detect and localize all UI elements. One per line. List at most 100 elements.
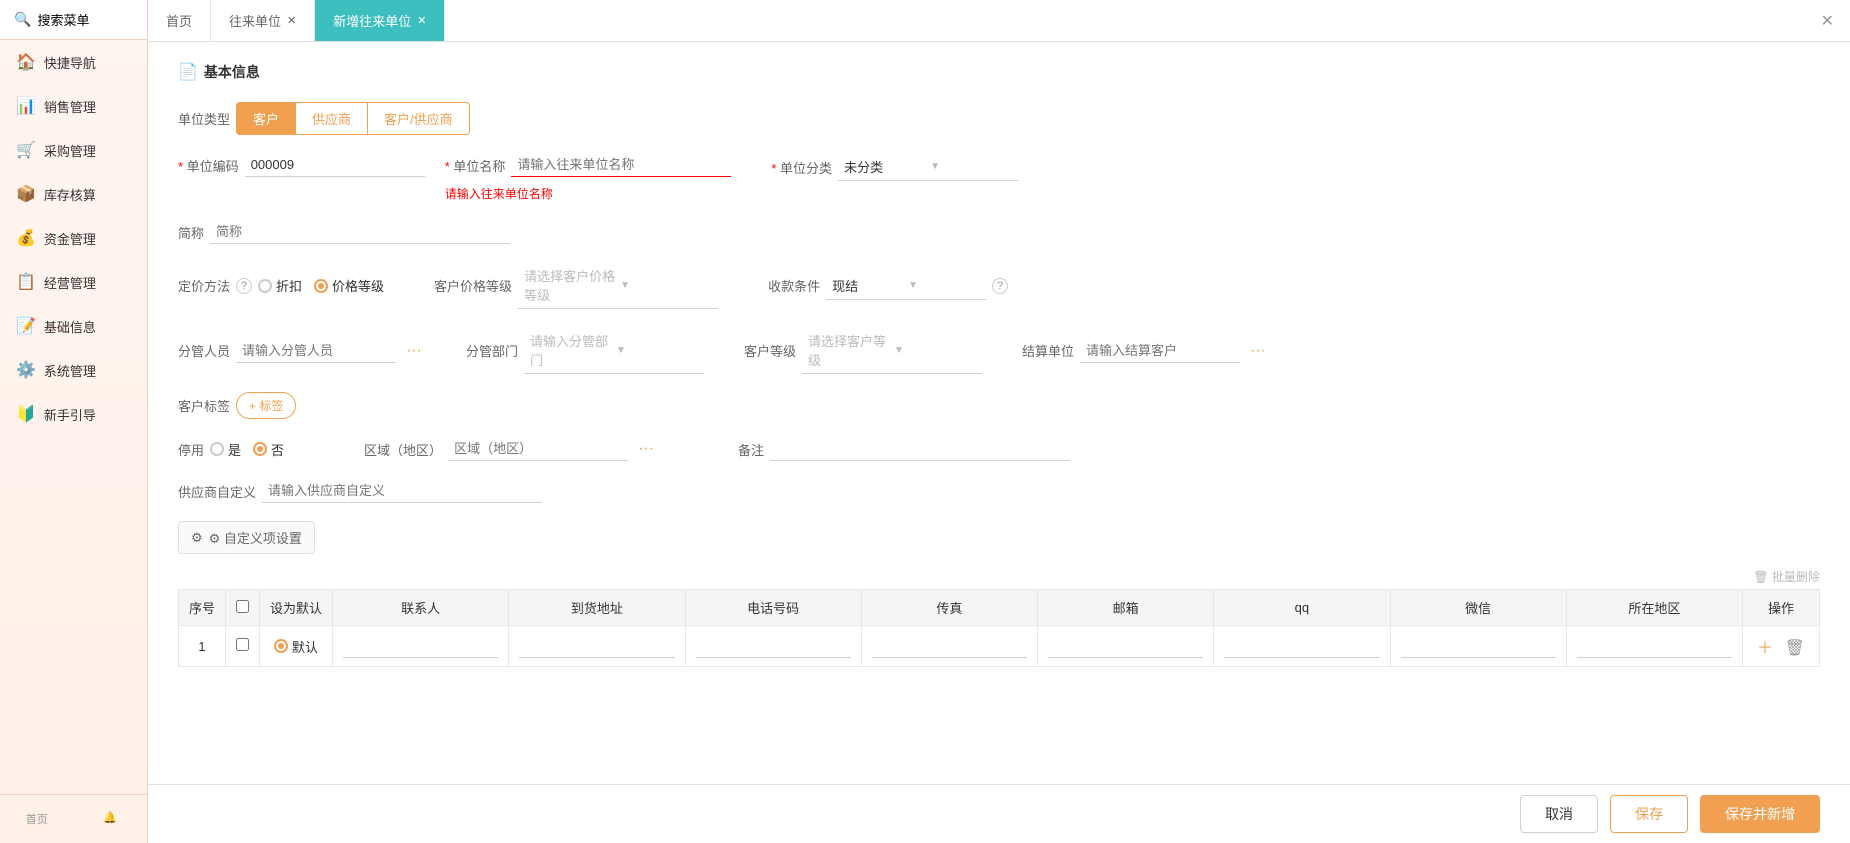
disabled-label: 停用 [178, 440, 204, 459]
disabled-no[interactable]: 否 [253, 440, 284, 459]
row-delete-button[interactable]: 🗑 [1781, 636, 1809, 660]
settlement-input[interactable] [1080, 339, 1240, 363]
custom-settings-icon: ⚙ [191, 530, 203, 546]
unit-category-select[interactable]: 未分类 ▼ [838, 153, 1018, 181]
row-wechat-input[interactable] [1401, 634, 1556, 658]
abbr-input[interactable] [210, 220, 510, 244]
col-qq: qq [1214, 590, 1390, 626]
type-btn-customer[interactable]: 客户 [236, 102, 296, 135]
row-contact-input[interactable] [343, 634, 498, 658]
sidebar-item-system[interactable]: ⚙️ 系统管理 [0, 348, 147, 392]
settlement-more-icon[interactable]: ··· [1246, 342, 1270, 360]
custom-settings-label: ⚙ 自定义项设置 [209, 528, 302, 547]
pricing-help-icon[interactable]: ? [236, 278, 252, 294]
type-btn-both[interactable]: 客户/供应商 [368, 102, 470, 135]
row-fax-cell[interactable] [861, 626, 1037, 667]
tab-partners-close[interactable]: ✕ [287, 14, 296, 27]
unit-name-input[interactable] [511, 153, 731, 177]
level-label: 价格等级 [332, 276, 384, 295]
row-checkbox-cell[interactable] [226, 626, 260, 667]
manager-input[interactable] [236, 339, 396, 363]
payment-terms-field: 收款条件 现结 ▼ ? [768, 272, 1008, 300]
row-phone-cell[interactable] [685, 626, 861, 667]
sidebar-item-operations[interactable]: 📋 经营管理 [0, 260, 147, 304]
unit-code-field: 单位编码 [178, 153, 425, 177]
tab-partners[interactable]: 往来单位 ✕ [211, 0, 315, 41]
tab-new-partner-close[interactable]: ✕ [417, 14, 426, 27]
cart-icon: 🛒 [16, 140, 36, 160]
close-all-tabs[interactable]: ✕ [1805, 0, 1850, 41]
row-contact-cell[interactable] [333, 626, 509, 667]
region-more-icon[interactable]: ··· [634, 440, 658, 458]
disabled-no-radio [253, 442, 267, 456]
code-name-category-row: 单位编码 单位名称 请输入往来单位名称 单位分类 未分类 ▼ [178, 153, 1820, 202]
row-index: 1 [179, 626, 226, 667]
pricing-level[interactable]: 价格等级 [314, 276, 384, 295]
custom-settings-button[interactable]: ⚙ ⚙ 自定义项设置 [178, 521, 315, 554]
row-fax-input[interactable] [872, 634, 1027, 658]
search-menu[interactable]: 🔍 搜索菜单 [0, 0, 147, 40]
settlement-field: 结算单位 ··· [1022, 339, 1270, 363]
sidebar-item-guide[interactable]: 🔰 新手引导 [0, 392, 147, 436]
col-region: 所在地区 [1566, 590, 1742, 626]
sidebar-item-finance[interactable]: 💰 资金管理 [0, 216, 147, 260]
table-header-row: 序号 设为默认 联系人 到货地址 电话号码 传真 邮箱 qq 微信 所在地区 操… [179, 590, 1820, 626]
sidebar-item-basic-info[interactable]: 📝 基础信息 [0, 304, 147, 348]
unit-category-label: 单位分类 [771, 158, 832, 177]
col-index: 序号 [179, 590, 226, 626]
sidebar-item-inventory[interactable]: 📦 库存核算 [0, 172, 147, 216]
sidebar-item-quick-nav[interactable]: 🏠 快捷导航 [0, 40, 147, 84]
save-new-button[interactable]: 保存并新增 [1700, 795, 1820, 833]
tab-home[interactable]: 首页 [148, 0, 211, 41]
row-region-cell[interactable] [1566, 626, 1742, 667]
row-email-cell[interactable] [1038, 626, 1214, 667]
batch-delete-btn[interactable]: 🗑 批量删除 [178, 568, 1820, 585]
cancel-button[interactable]: 取消 [1520, 795, 1598, 833]
customer-level-label: 客户等级 [744, 341, 796, 360]
payment-caret-icon: ▼ [908, 280, 980, 291]
unit-code-label: 单位编码 [178, 156, 239, 175]
sidebar-label-inventory: 库存核算 [44, 185, 96, 204]
unit-code-input[interactable] [245, 153, 425, 177]
sidebar-item-sales[interactable]: 📊 销售管理 [0, 84, 147, 128]
row-phone-input[interactable] [696, 634, 851, 658]
payment-help-icon[interactable]: ? [992, 278, 1008, 294]
row-address-input[interactable] [519, 634, 674, 658]
tab-new-partner[interactable]: 新增往来单位 ✕ [315, 0, 445, 41]
select-all-checkbox[interactable] [236, 600, 249, 613]
manager-more-icon[interactable]: ··· [402, 342, 426, 360]
sidebar-footer-bell[interactable]: 🔔 [74, 803, 148, 835]
row-region-input[interactable] [1577, 634, 1732, 658]
add-tag-button[interactable]: + 标签 [236, 392, 296, 419]
type-btn-supplier[interactable]: 供应商 [296, 102, 368, 135]
payment-terms-select[interactable]: 现结 ▼ [826, 272, 986, 300]
supplier-custom-input[interactable] [262, 479, 542, 503]
row-default-radio-item[interactable]: 默认 [274, 637, 318, 656]
save-button[interactable]: 保存 [1610, 795, 1688, 833]
region-input[interactable] [448, 437, 628, 461]
disabled-yes[interactable]: 是 [210, 440, 241, 459]
row-qq-cell[interactable] [1214, 626, 1390, 667]
customer-level-select[interactable]: 请选择客户等级 ▼ [802, 327, 982, 374]
supplier-custom-label: 供应商自定义 [178, 482, 256, 501]
sidebar-item-purchase[interactable]: 🛒 采购管理 [0, 128, 147, 172]
tab-new-partner-label: 新增往来单位 [333, 11, 411, 30]
row-address-cell[interactable] [509, 626, 685, 667]
supplier-custom-row: 供应商自定义 [178, 479, 1820, 503]
row-wechat-cell[interactable] [1390, 626, 1566, 667]
remarks-input[interactable] [770, 437, 1070, 461]
col-contact: 联系人 [333, 590, 509, 626]
row-email-input[interactable] [1048, 634, 1203, 658]
pricing-discount[interactable]: 折扣 [258, 276, 302, 295]
row-qq-input[interactable] [1224, 634, 1379, 658]
row-action-cell: ＋ 🗑 [1743, 626, 1820, 667]
col-wechat: 微信 [1390, 590, 1566, 626]
sidebar-footer-home[interactable]: 首页 [0, 803, 74, 835]
region-field: 区域（地区） ··· [364, 437, 658, 461]
customer-price-select[interactable]: 请选择客户价格等级 ▼ [518, 262, 718, 309]
row-add-button[interactable]: ＋ [1753, 632, 1777, 660]
department-select[interactable]: 请输入分管部门 ▼ [524, 327, 704, 374]
row-checkbox[interactable] [236, 638, 249, 651]
row-default-cell[interactable]: 默认 [260, 626, 333, 667]
sidebar-label-sales: 销售管理 [44, 97, 96, 116]
